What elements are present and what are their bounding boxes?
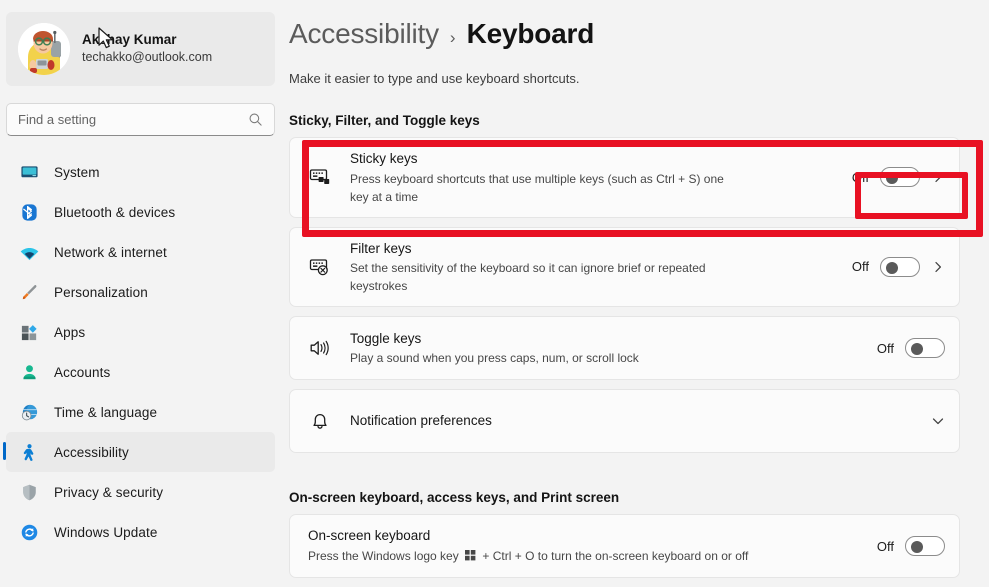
page-title: Keyboard: [466, 18, 595, 49]
sidebar-item-personalization[interactable]: Personalization: [6, 272, 275, 312]
chevron-right-icon[interactable]: [931, 261, 945, 273]
sidebar-item-label: Bluetooth & devices: [54, 204, 176, 220]
sticky-keys-card[interactable]: Sticky keys Press keyboard shortcuts tha…: [289, 137, 960, 218]
toggle-knob: [886, 172, 898, 185]
avatar: [18, 23, 70, 75]
search-box[interactable]: [6, 103, 275, 136]
sidebar-item-label: Network & internet: [54, 244, 167, 260]
toggle-knob: [911, 343, 923, 356]
breadcrumb: Accessibility › Keyboard: [289, 18, 989, 58]
sidebar-item-accessibility[interactable]: Accessibility: [3, 432, 275, 472]
sticky-keys-text: Sticky keys Press keyboard shortcuts tha…: [350, 138, 852, 217]
sidebar-item-label: Accessibility: [54, 444, 129, 460]
clock-globe-icon: [19, 402, 39, 422]
monitor-icon: [19, 162, 39, 182]
user-profile-card[interactable]: Akshay Kumar techakko@outlook.com: [6, 12, 275, 86]
sidebar-item-privacy-security[interactable]: Privacy & security: [6, 472, 275, 512]
sidebar-item-apps[interactable]: Apps: [6, 312, 275, 352]
filter-keys-toggle[interactable]: [880, 256, 920, 277]
settings-window: Akshay Kumar techakko@outlook.com Find a…: [0, 0, 989, 587]
sidebar-item-label: Privacy & security: [54, 484, 164, 500]
section-heading-onscreen-keyboard: On-screen keyboard, access keys, and Pri…: [289, 490, 620, 506]
breadcrumb-accessibility[interactable]: Accessibility: [289, 18, 439, 50]
section-heading-sticky-filter-toggle: Sticky, Filter, and Toggle keys: [289, 113, 480, 128]
sidebar-item-label: Apps: [54, 324, 86, 340]
search-icon[interactable]: [248, 112, 264, 127]
toggle-keys-text: Toggle keys Play a sound when you press …: [350, 318, 877, 379]
filter-keys-description: Set the sensitivity of the keyboard so i…: [350, 261, 706, 294]
sidebar-item-system[interactable]: System: [6, 152, 275, 192]
shield-icon: [19, 482, 39, 502]
apps-grid-icon: [19, 322, 39, 342]
toggle-keys-description: Play a sound when you press caps, num, o…: [350, 351, 639, 366]
sticky-keys-toggle[interactable]: [880, 167, 920, 188]
filter-keys-card[interactable]: Filter keys Set the sensitivity of the k…: [289, 226, 960, 308]
sidebar-item-label: Windows Update: [54, 524, 158, 540]
toggle-keys-state: Off: [876, 340, 894, 356]
sticky-keys-description: Press keyboard shortcuts that use multip…: [350, 171, 724, 204]
sidebar: Akshay Kumar techakko@outlook.com Find a…: [0, 0, 281, 587]
filter-keys-controls: Off: [851, 256, 945, 277]
notification-preferences-controls: [931, 414, 945, 428]
sidebar-item-windows-update[interactable]: Windows Update: [6, 512, 275, 552]
person-icon: [19, 362, 39, 382]
refresh-circle-icon: [19, 522, 39, 542]
sidebar-nav: System Bluetooth & devices Network & int…: [0, 152, 281, 552]
toggle-keys-card[interactable]: Toggle keys Play a sound when you press …: [289, 316, 960, 381]
windows-logo-glyph: [465, 548, 476, 566]
page-subtitle: Make it easier to type and use keyboard …: [289, 71, 580, 86]
filter-keys-title: Filter keys: [350, 240, 412, 256]
filter-keys-state: Off: [851, 259, 869, 275]
toggle-keys-toggle[interactable]: [905, 338, 945, 359]
wifi-icon: [19, 242, 39, 262]
onscreen-keyboard-text: On-screen keyboard Press the Windows log…: [308, 515, 877, 577]
speaker-sound-icon: [308, 336, 332, 360]
onscreen-keyboard-title: On-screen keyboard: [308, 528, 431, 544]
toggle-keys-controls: Off: [876, 338, 945, 359]
onscreen-keyboard-toggle[interactable]: [905, 536, 945, 557]
sticky-keys-state: Off: [851, 169, 869, 185]
search-input[interactable]: [18, 112, 248, 127]
bell-icon: [308, 409, 332, 433]
toggle-knob: [886, 261, 898, 274]
toggle-knob: [911, 541, 923, 554]
toggle-keys-title: Toggle keys: [350, 330, 422, 346]
sidebar-item-label: Personalization: [54, 284, 148, 300]
keyboard-filter-keys-icon: [308, 255, 332, 279]
paintbrush-icon: [19, 282, 39, 302]
bluetooth-icon: [19, 202, 39, 222]
chevron-down-icon[interactable]: [931, 414, 945, 428]
sidebar-item-label: System: [54, 164, 100, 180]
chevron-right-icon[interactable]: [931, 171, 945, 183]
keyboard-sticky-keys-icon: [308, 165, 332, 189]
sidebar-item-time-language[interactable]: Time & language: [6, 392, 275, 432]
sticky-keys-title: Sticky keys: [350, 151, 418, 166]
filter-keys-text: Filter keys Set the sensitivity of the k…: [350, 228, 852, 307]
onscreen-keyboard-card[interactable]: On-screen keyboard Press the Windows log…: [289, 514, 960, 579]
chevron-right-icon: ›: [449, 28, 456, 47]
onscreen-keyboard-controls: Off: [876, 536, 945, 557]
accessibility-person-icon: [19, 442, 39, 462]
description-after: + Ctrl + O to turn the on-screen keyboar…: [482, 548, 749, 563]
content-area: Accessibility › Keyboard Make it easier …: [281, 0, 989, 587]
sticky-keys-controls: Off: [851, 167, 945, 188]
sidebar-item-label: Time & language: [54, 404, 158, 420]
arrow-cursor: [98, 27, 117, 57]
notification-preferences-title: Notification preferences: [350, 413, 492, 429]
notification-preferences-card[interactable]: Notification preferences: [289, 389, 960, 454]
sidebar-item-bluetooth-devices[interactable]: Bluetooth & devices: [6, 192, 275, 232]
sidebar-item-label: Accounts: [54, 364, 111, 380]
onscreen-keyboard-description: Press the Windows logo key + Ctrl + O to…: [308, 547, 868, 566]
onscreen-keyboard-state: Off: [876, 538, 894, 554]
notification-preferences-text: Notification preferences: [350, 400, 931, 442]
description-before: Press the Windows logo key: [308, 548, 459, 563]
user-avatar-illustration: [18, 23, 70, 75]
sidebar-item-network-internet[interactable]: Network & internet: [6, 232, 275, 272]
sidebar-item-accounts[interactable]: Accounts: [6, 352, 275, 392]
